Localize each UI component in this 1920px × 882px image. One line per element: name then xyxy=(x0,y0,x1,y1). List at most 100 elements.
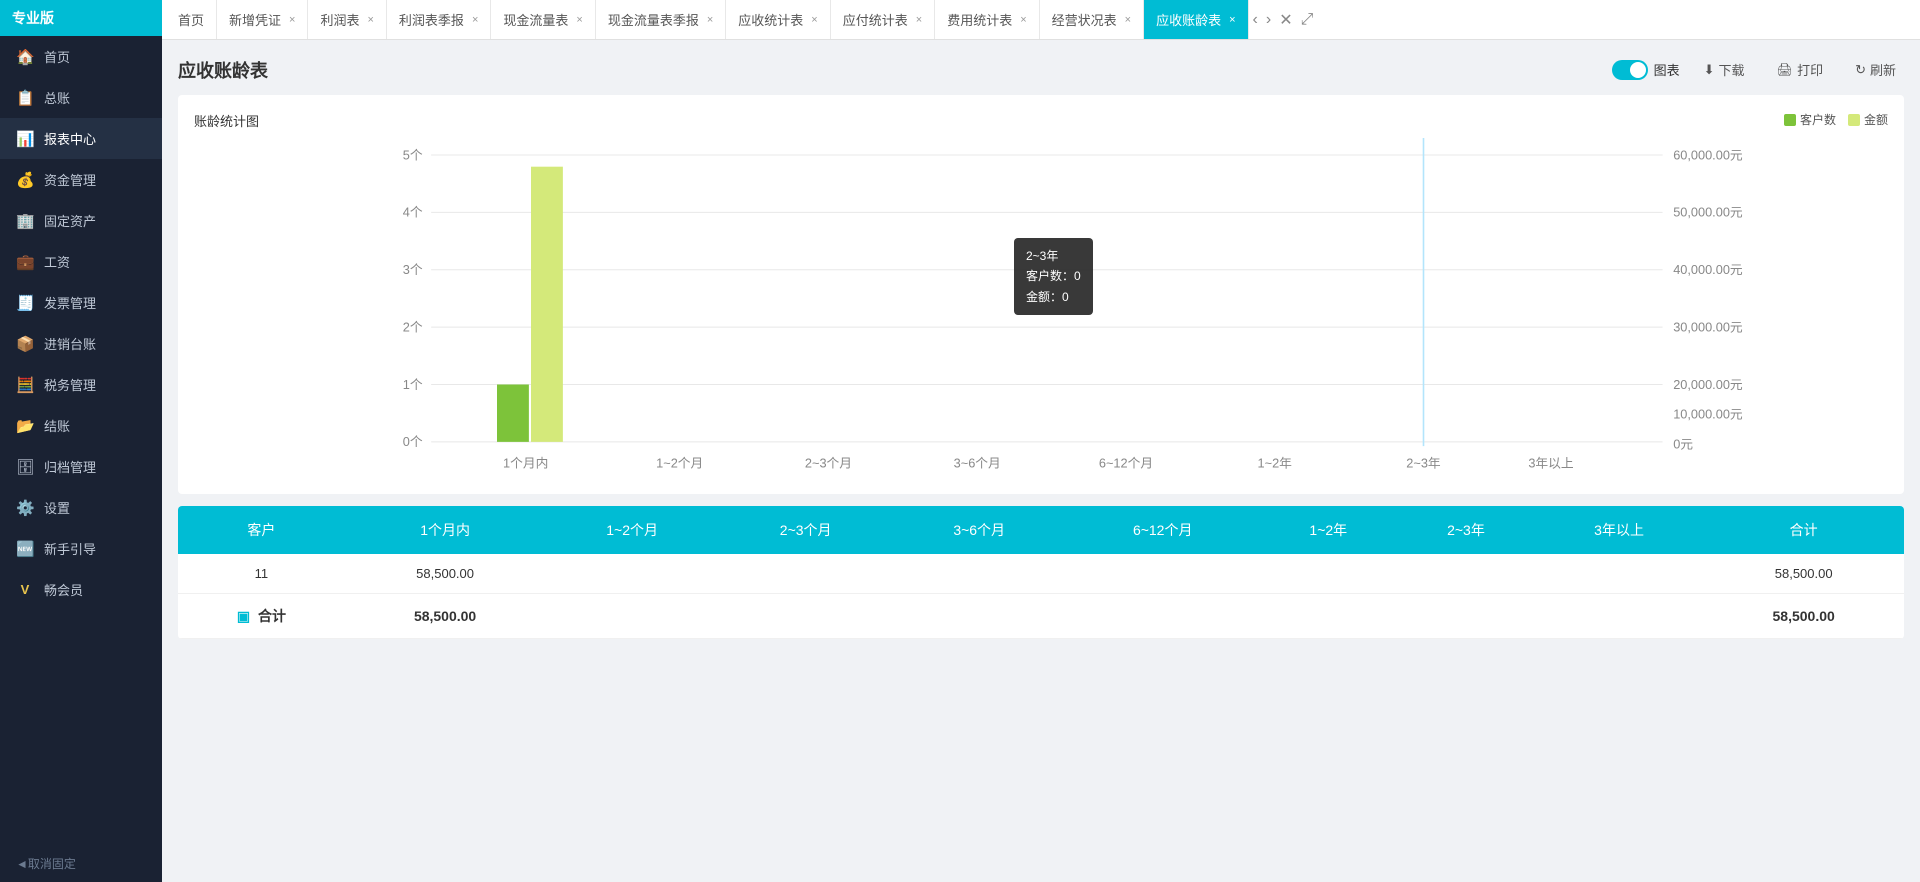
tab-profit-quarter[interactable]: 利润表季报 × xyxy=(387,0,491,40)
sidebar-item-label: 总账 xyxy=(44,88,70,107)
tab-profit-quarter-label: 利润表季报 xyxy=(399,10,464,29)
svg-text:2~3个月: 2~3个月 xyxy=(805,455,852,470)
sidebar-item-funds[interactable]: 💰 资金管理 xyxy=(0,159,162,200)
svg-text:3~6个月: 3~6个月 xyxy=(954,455,1001,470)
svg-text:20,000.00元: 20,000.00元 xyxy=(1673,377,1743,392)
table-total-row: ▣ 合计 58,500.00 58,500.00 xyxy=(178,594,1904,639)
tab-home[interactable]: 首页 xyxy=(166,0,217,40)
sidebar-item-home[interactable]: 🏠 首页 xyxy=(0,36,162,77)
tab-close-button[interactable]: ✕ xyxy=(1275,0,1296,40)
chart-card: 账龄统计图 客户数 金额 5个 4个 3个 2个 1个 xyxy=(178,95,1904,494)
close-icon[interactable]: × xyxy=(916,14,922,26)
print-button[interactable]: 🖨 打印 xyxy=(1769,56,1832,83)
close-icon[interactable]: × xyxy=(1229,14,1235,26)
sidebar-item-member[interactable]: V 畅会员 xyxy=(0,569,162,610)
data-table: 客户 1个月内 1~2个月 2~3个月 3~6个月 6~12个月 1~2年 2~… xyxy=(178,506,1904,639)
close-icon[interactable]: × xyxy=(811,14,817,26)
tab-profit[interactable]: 利润表 × xyxy=(308,0,386,40)
sidebar-item-reports[interactable]: 📊 报表中心 xyxy=(0,118,162,159)
svg-text:60,000.00元: 60,000.00元 xyxy=(1673,147,1743,162)
legend-amount-dot xyxy=(1848,114,1860,126)
close-icon[interactable]: × xyxy=(576,14,582,26)
page-header: 应收账龄表 图表 ⬇ 下载 🖨 打印 ↻ 刷新 xyxy=(178,56,1904,83)
close-icon[interactable]: × xyxy=(1020,14,1026,26)
tax-icon: 🧮 xyxy=(16,376,34,394)
chart-toggle[interactable] xyxy=(1612,60,1648,80)
svg-text:6~12个月: 6~12个月 xyxy=(1099,455,1153,470)
tab-cashflow-quarter[interactable]: 现金流量表季报 × xyxy=(596,0,726,40)
cell-m1: 58,500.00 xyxy=(345,554,546,594)
sidebar-item-checkout[interactable]: 📂 结账 xyxy=(0,405,162,446)
sidebar-item-label: 归档管理 xyxy=(44,457,96,476)
svg-text:3年以上: 3年以上 xyxy=(1528,455,1574,470)
svg-text:3个: 3个 xyxy=(403,262,423,277)
close-icon[interactable]: × xyxy=(472,14,478,26)
svg-text:0元: 0元 xyxy=(1673,436,1693,451)
legend-customer: 客户数 xyxy=(1784,111,1836,128)
home-icon: 🏠 xyxy=(16,48,34,66)
cell-y12 xyxy=(1259,554,1397,594)
svg-text:1~2个月: 1~2个月 xyxy=(656,455,703,470)
funds-icon: 💰 xyxy=(16,171,34,189)
table-row: 11 58,500.00 58,500.00 xyxy=(178,554,1904,594)
legend-amount: 金额 xyxy=(1848,111,1888,128)
tab-voucher[interactable]: 新增凭证 × xyxy=(217,0,308,40)
tab-ar-aging[interactable]: 应收账龄表 × xyxy=(1144,0,1248,40)
chart-toggle-wrap: 图表 xyxy=(1612,60,1680,80)
sidebar-item-assets[interactable]: 🏢 固定资产 xyxy=(0,200,162,241)
total-m12 xyxy=(545,594,719,639)
svg-text:40,000.00元: 40,000.00元 xyxy=(1673,262,1743,277)
col-header-m23: 2~3个月 xyxy=(719,506,893,554)
tab-ar-stats-label: 应收统计表 xyxy=(738,10,803,29)
sidebar-item-label: 结账 xyxy=(44,416,70,435)
tab-business[interactable]: 经营状况表 × xyxy=(1040,0,1144,40)
sidebar-item-label: 资金管理 xyxy=(44,170,96,189)
total-m23 xyxy=(719,594,893,639)
close-icon[interactable]: × xyxy=(289,14,295,26)
sidebar-item-invoice[interactable]: 🧾 发票管理 xyxy=(0,282,162,323)
sidebar-item-archive[interactable]: 🗄 归档管理 xyxy=(0,446,162,487)
total-y3plus xyxy=(1535,594,1704,639)
sidebar-item-sales[interactable]: 📦 进销台账 xyxy=(0,323,162,364)
download-button[interactable]: ⬇ 下载 xyxy=(1696,56,1753,83)
sidebar-item-settings[interactable]: ⚙️ 设置 xyxy=(0,487,162,528)
cell-m612 xyxy=(1066,554,1260,594)
col-header-m36: 3~6个月 xyxy=(892,506,1066,554)
svg-text:1个月内: 1个月内 xyxy=(503,455,548,470)
tab-bar: 首页 新增凭证 × 利润表 × 利润表季报 × 现金流量表 × 现金流量表季报 … xyxy=(162,0,1920,40)
svg-text:30,000.00元: 30,000.00元 xyxy=(1673,319,1743,334)
sidebar-item-tax[interactable]: 🧮 税务管理 xyxy=(0,364,162,405)
guide-icon: 🆕 xyxy=(16,540,34,558)
reports-icon: 📊 xyxy=(16,130,34,148)
tab-expand-button[interactable]: ⤢ xyxy=(1297,0,1318,40)
tab-business-label: 经营状况表 xyxy=(1052,10,1117,29)
total-total: 58,500.00 xyxy=(1703,594,1904,639)
tab-next-button[interactable]: › xyxy=(1262,0,1275,40)
cell-total: 58,500.00 xyxy=(1703,554,1904,594)
sidebar-item-ledger[interactable]: 📋 总账 xyxy=(0,77,162,118)
close-icon[interactable]: × xyxy=(1125,14,1131,26)
tab-ap-stats[interactable]: 应付统计表 × xyxy=(831,0,935,40)
tab-ap-stats-label: 应付统计表 xyxy=(843,10,908,29)
close-icon[interactable]: × xyxy=(367,14,373,26)
sidebar-item-label: 首页 xyxy=(44,47,70,66)
refresh-label: 刷新 xyxy=(1870,60,1896,79)
sidebar-item-label: 工资 xyxy=(44,252,70,271)
sidebar-item-guide[interactable]: 🆕 新手引导 xyxy=(0,528,162,569)
sidebar-item-label: 设置 xyxy=(44,498,70,517)
sidebar-item-label: 报表中心 xyxy=(44,129,96,148)
tab-cashflow[interactable]: 现金流量表 × xyxy=(491,0,595,40)
close-icon[interactable]: × xyxy=(707,14,713,26)
tab-expense[interactable]: 费用统计表 × xyxy=(935,0,1039,40)
svg-text:1个: 1个 xyxy=(403,377,423,392)
total-label: 合计 xyxy=(258,608,286,624)
refresh-button[interactable]: ↻ 刷新 xyxy=(1847,56,1904,83)
col-header-m1: 1个月内 xyxy=(345,506,546,554)
tab-profit-label: 利润表 xyxy=(320,10,359,29)
sidebar-item-salary[interactable]: 💼 工资 xyxy=(0,241,162,282)
col-header-total: 合计 xyxy=(1703,506,1904,554)
tab-ar-stats[interactable]: 应收统计表 × xyxy=(726,0,830,40)
pin-toggle[interactable]: ◄取消固定 xyxy=(0,845,162,882)
tab-prev-button[interactable]: ‹ xyxy=(1249,0,1262,40)
svg-text:5个: 5个 xyxy=(403,147,423,162)
